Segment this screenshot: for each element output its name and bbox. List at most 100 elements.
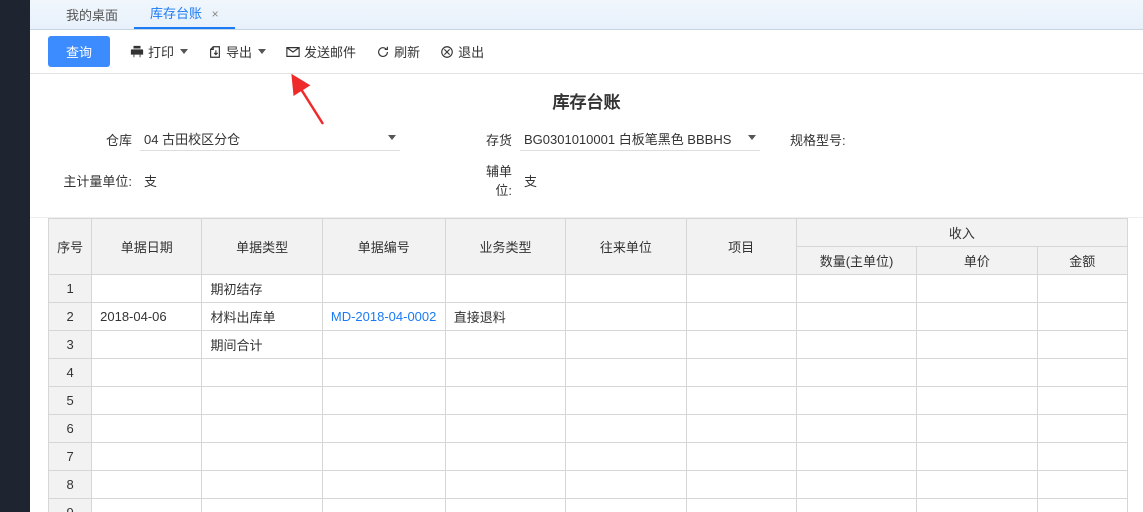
cell — [202, 471, 322, 499]
chevron-down-icon — [258, 49, 266, 54]
cell: 4 — [49, 359, 92, 387]
warehouse-select[interactable]: 04 古田校区分仓 — [140, 127, 400, 151]
table-row[interactable]: 3期间合计 — [49, 331, 1128, 359]
table-row[interactable]: 8 — [49, 471, 1128, 499]
cell — [445, 359, 565, 387]
cell — [92, 471, 202, 499]
sendmail-label: 发送邮件 — [304, 42, 356, 61]
aux-unit-label: 辅单位: — [470, 161, 520, 199]
stock-select[interactable]: BG0301010001 白板笔黑色 BBBHS — [520, 127, 760, 151]
table-row[interactable]: 4 — [49, 359, 1128, 387]
cell — [686, 499, 796, 512]
cell — [202, 387, 322, 415]
cell: 7 — [49, 443, 92, 471]
cell — [566, 303, 686, 331]
cell — [1037, 471, 1127, 499]
cell — [917, 359, 1037, 387]
cell — [686, 443, 796, 471]
refresh-button[interactable]: 刷新 — [376, 42, 420, 61]
cell — [322, 471, 445, 499]
tab-bar: 我的桌面 库存台账 × — [30, 0, 1143, 30]
cell — [92, 443, 202, 471]
exit-button[interactable]: 退出 — [440, 42, 484, 61]
tab-desktop[interactable]: 我的桌面 — [50, 0, 134, 29]
cell: 2 — [49, 303, 92, 331]
cell — [445, 471, 565, 499]
cell: 期初结存 — [202, 275, 322, 303]
cell — [566, 387, 686, 415]
cell — [1037, 275, 1127, 303]
table-row[interactable]: 7 — [49, 443, 1128, 471]
cell — [917, 415, 1037, 443]
table-row[interactable]: 1 期初结存 — [49, 275, 1128, 303]
cell — [917, 303, 1037, 331]
cell — [92, 359, 202, 387]
cell — [686, 275, 796, 303]
cell: 直接退料 — [445, 303, 565, 331]
spec-label: 规格型号: — [790, 130, 846, 149]
table-wrap[interactable]: 序号 单据日期 单据类型 单据编号 业务类型 往来单位 项目 收入 数量(主单位… — [30, 218, 1143, 512]
export-button[interactable]: 导出 — [208, 42, 266, 61]
cell — [92, 387, 202, 415]
tab-label: 我的桌面 — [66, 8, 118, 23]
cell — [1037, 303, 1127, 331]
export-icon — [208, 45, 222, 59]
col-biz-type: 业务类型 — [445, 219, 565, 275]
cell — [322, 359, 445, 387]
cell — [686, 331, 796, 359]
cell — [566, 499, 686, 512]
tab-inventory-ledger[interactable]: 库存台账 × — [134, 0, 235, 29]
col-partner: 往来单位 — [566, 219, 686, 275]
query-button[interactable]: 查询 — [48, 36, 110, 67]
col-doc-date: 单据日期 — [92, 219, 202, 275]
cell — [445, 499, 565, 512]
cell — [566, 275, 686, 303]
cell — [796, 303, 916, 331]
table-row[interactable]: 22018-04-06材料出库单MD-2018-04-0002直接退料 — [49, 303, 1128, 331]
cell — [445, 415, 565, 443]
cell — [917, 387, 1037, 415]
doc-no-link[interactable]: MD-2018-04-0002 — [322, 303, 445, 331]
main-unit-value: 支 — [140, 171, 400, 190]
cell — [796, 331, 916, 359]
table-row[interactable]: 9 — [49, 499, 1128, 512]
cell — [202, 443, 322, 471]
close-icon[interactable]: × — [212, 7, 219, 21]
stock-label: 存货 — [470, 130, 520, 149]
cell — [322, 387, 445, 415]
cell: 6 — [49, 415, 92, 443]
chevron-down-icon — [748, 135, 756, 140]
cell — [686, 387, 796, 415]
table-row[interactable]: 5 — [49, 387, 1128, 415]
col-income-group: 收入 — [796, 219, 1127, 247]
aux-unit-value: 支 — [520, 171, 537, 190]
refresh-icon — [376, 45, 390, 59]
cell — [686, 471, 796, 499]
mail-icon — [286, 45, 300, 59]
cell — [202, 359, 322, 387]
cell — [445, 331, 565, 359]
left-sidebar — [0, 0, 30, 512]
toolbar: 查询 打印 导出 发送邮件 — [30, 30, 1143, 74]
cell — [1037, 443, 1127, 471]
cell: 2018-04-06 — [92, 303, 202, 331]
cell — [686, 359, 796, 387]
cell — [322, 331, 445, 359]
print-button[interactable]: 打印 — [130, 42, 188, 61]
export-label: 导出 — [226, 42, 252, 61]
cell — [796, 415, 916, 443]
cell: 5 — [49, 387, 92, 415]
cell: 3 — [49, 331, 92, 359]
cell: 1 — [49, 275, 92, 303]
main-unit-label: 主计量单位: — [50, 171, 140, 190]
cell — [917, 499, 1037, 512]
cell — [796, 443, 916, 471]
table-row[interactable]: 6 — [49, 415, 1128, 443]
cell — [1037, 499, 1127, 512]
col-doc-type: 单据类型 — [202, 219, 322, 275]
sendmail-button[interactable]: 发送邮件 — [286, 42, 356, 61]
chevron-down-icon — [180, 49, 188, 54]
cell — [1037, 331, 1127, 359]
cell — [566, 471, 686, 499]
cell — [1037, 387, 1127, 415]
